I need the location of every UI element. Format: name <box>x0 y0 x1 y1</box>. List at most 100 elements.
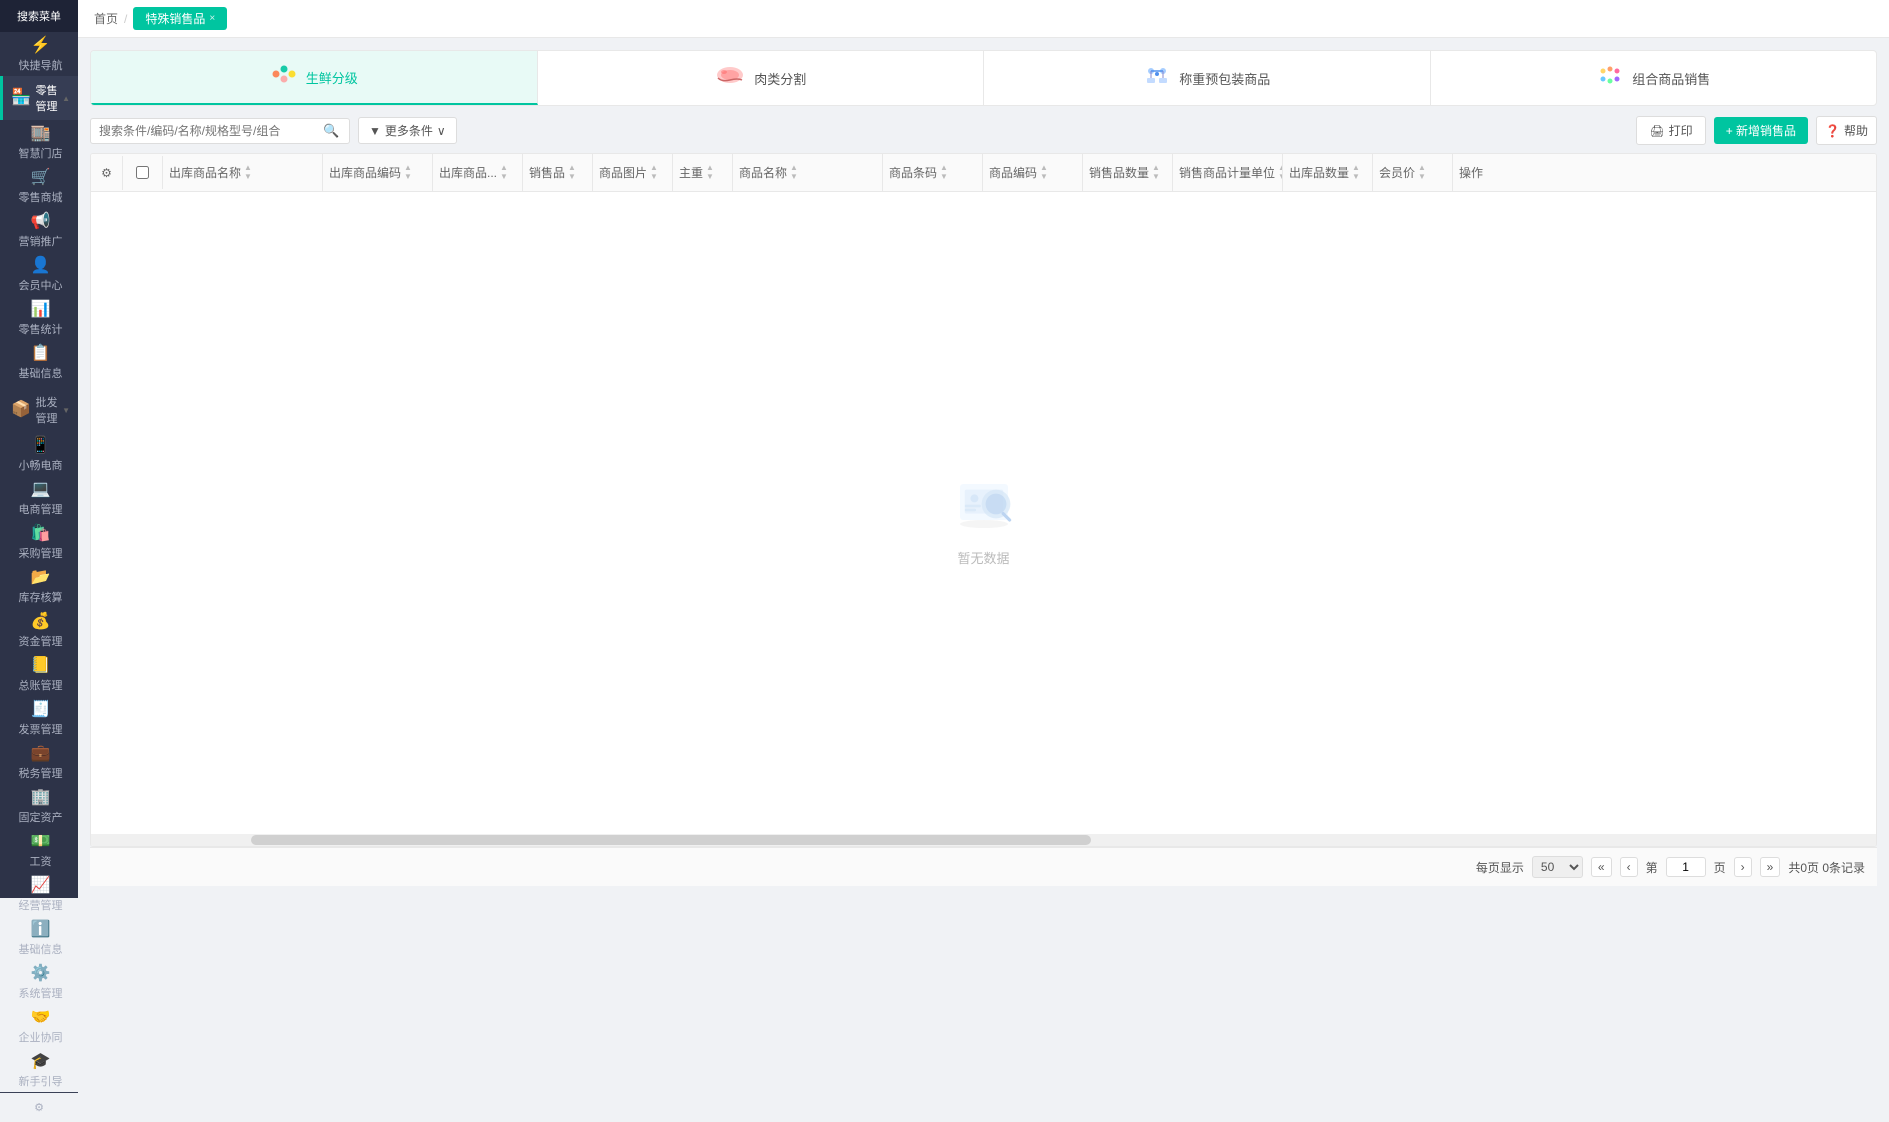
sidebar-bottom: ⚙ <box>0 1092 78 1122</box>
per-page-select[interactable]: 50 10 20 100 <box>1532 856 1583 878</box>
tax-icon: 💼 <box>31 743 51 763</box>
last-page-button[interactable]: » <box>1760 857 1781 877</box>
sidebar-item-promo[interactable]: 📢 营销推广 <box>0 208 78 252</box>
sidebar-item-fixed-asset[interactable]: 🏢 固定资产 <box>0 784 78 828</box>
breadcrumb-home[interactable]: 首页 <box>94 10 118 27</box>
th-out-sku[interactable]: 出库商品... ▲▼ <box>433 154 523 191</box>
retail-icon: 🏪 <box>11 87 31 107</box>
sidebar-item-members[interactable]: 👤 会员中心 <box>0 252 78 296</box>
settings-button[interactable]: ⚙ <box>0 1093 78 1122</box>
help-button[interactable]: ❓ 帮助 <box>1816 116 1877 145</box>
th-out-qty[interactable]: 出库品数量 ▲▼ <box>1283 154 1373 191</box>
scrollbar-thumb[interactable] <box>251 835 1091 845</box>
sort-icon[interactable]: ▲▼ <box>404 164 412 181</box>
tab-meat-cut[interactable]: 肉类分割 <box>538 51 985 105</box>
th-qty[interactable]: 销售品数量 ▲▼ <box>1083 154 1173 191</box>
sidebar-item-mini-ecom[interactable]: 📱 小畅电商 <box>0 432 78 476</box>
next-page-button[interactable]: › <box>1734 857 1752 877</box>
sidebar-item-wholesale[interactable]: 📦 批发管理 ▼ <box>0 388 78 432</box>
sidebar-item-ledger[interactable]: 📒 总账管理 <box>0 652 78 696</box>
th-ecode[interactable]: 商品编码 ▲▼ <box>983 154 1083 191</box>
tab-fresh-grade[interactable]: 生鲜分级 <box>91 51 538 105</box>
enterprise-icon: 🤝 <box>31 1007 51 1027</box>
horizontal-scrollbar[interactable] <box>91 834 1876 846</box>
sidebar-item-invoice[interactable]: 🧾 发票管理 <box>0 696 78 740</box>
tab-close-button[interactable]: × <box>209 13 215 24</box>
page-input[interactable] <box>1666 857 1706 877</box>
sidebar-item-retail-mgmt[interactable]: 🏪 零售管理 ▲ <box>0 76 78 120</box>
th-op: 操作 <box>1453 154 1876 191</box>
sidebar-label: 零售商城 <box>19 189 63 205</box>
th-out-qty-label: 出库品数量 <box>1289 164 1349 181</box>
store-icon: 🏬 <box>31 123 51 143</box>
toolbar: 🔍 ▼ 更多条件 ∨ 🖨 打印 + 新增销售品 ❓ 帮助 <box>90 116 1877 145</box>
sidebar-item-basic-info[interactable]: 📋 基础信息 <box>0 340 78 384</box>
toolbar-right: 🖨 打印 + 新增销售品 ❓ 帮助 <box>1636 116 1877 145</box>
sort-icon[interactable]: ▲▼ <box>940 164 948 181</box>
sidebar-item-salary[interactable]: 💵 工资 <box>0 828 78 872</box>
sidebar-label: 固定资产 <box>19 809 63 825</box>
sidebar-item-sys-mgmt[interactable]: ⚙️ 系统管理 <box>0 960 78 1004</box>
th-unit[interactable]: 销售商品计量单位 ▲▼ <box>1173 154 1283 191</box>
select-all-checkbox[interactable] <box>136 166 149 179</box>
sidebar-item-ops-mgmt[interactable]: 📈 经营管理 <box>0 872 78 916</box>
sidebar-item-retail-stat[interactable]: 📊 零售统计 <box>0 296 78 340</box>
search-icon[interactable]: 🔍 <box>323 123 339 139</box>
sidebar-label: 经营管理 <box>19 897 63 913</box>
sort-icon[interactable]: ▲▼ <box>1040 164 1048 181</box>
active-tab[interactable]: 特殊销售品 × <box>133 7 227 30</box>
th-weight[interactable]: 主重 ▲▼ <box>673 154 733 191</box>
sidebar-item-inventory[interactable]: 📂 库存核算 <box>0 564 78 608</box>
sort-icon[interactable]: ▲▼ <box>790 164 798 181</box>
mini-ecom-icon: 📱 <box>31 435 51 455</box>
filter-button[interactable]: ▼ 更多条件 ∨ <box>358 117 457 144</box>
sidebar-item-quick-nav[interactable]: ⚡ 快捷导航 <box>0 32 78 76</box>
invoice-icon: 🧾 <box>31 699 51 719</box>
sidebar-item-basic-info2[interactable]: ℹ️ 基础信息 <box>0 916 78 960</box>
main-area: 首页 / 特殊销售品 × 生鲜分级 <box>78 0 1889 898</box>
sidebar-item-purchase[interactable]: 🛍️ 采购管理 <box>0 520 78 564</box>
sidebar-item-smart-store[interactable]: 🏬 智慧门店 <box>0 120 78 164</box>
sidebar-item-tax[interactable]: 💼 税务管理 <box>0 740 78 784</box>
sidebar-label: 小畅电商 <box>19 457 63 473</box>
sort-icon[interactable]: ▲▼ <box>706 164 714 181</box>
chevron-icon: ▲ <box>62 94 70 103</box>
sort-icon[interactable]: ▲▼ <box>244 164 252 181</box>
th-settings[interactable]: ⚙ <box>91 156 123 190</box>
tab-combo-sales[interactable]: 组合商品销售 <box>1431 51 1877 105</box>
sidebar-item-retail-mall[interactable]: 🛒 零售商城 <box>0 164 78 208</box>
search-box[interactable]: 🔍 <box>90 118 350 144</box>
add-button[interactable]: + 新增销售品 <box>1714 117 1808 144</box>
meat-cut-icon <box>714 64 746 92</box>
tab-weight-pack[interactable]: 称重预包装商品 <box>984 51 1431 105</box>
th-checkbox[interactable] <box>123 156 163 189</box>
sort-icon[interactable]: ▲▼ <box>1418 164 1426 181</box>
sort-icon[interactable]: ▲▼ <box>1352 164 1360 181</box>
scale-icon <box>1143 64 1171 92</box>
sort-icon[interactable]: ▲▼ <box>1152 164 1160 181</box>
th-img[interactable]: 商品图片 ▲▼ <box>593 154 673 191</box>
th-out-code[interactable]: 出库商品编码 ▲▼ <box>323 154 433 191</box>
empty-illustration <box>944 460 1024 540</box>
sidebar-item-finance[interactable]: 💰 资金管理 <box>0 608 78 652</box>
sort-icon[interactable]: ▲▼ <box>650 164 658 181</box>
th-price[interactable]: 会员价 ▲▼ <box>1373 154 1453 191</box>
help-label: 帮助 <box>1844 122 1868 139</box>
th-sales[interactable]: 销售品 ▲▼ <box>523 154 593 191</box>
sidebar-item-enterprise[interactable]: 🤝 企业协同 <box>0 1004 78 1048</box>
sidebar-logo[interactable]: 搜索菜单 <box>0 0 78 32</box>
sort-icon[interactable]: ▲▼ <box>500 164 508 181</box>
sort-icon[interactable]: ▲▼ <box>568 164 576 181</box>
search-input[interactable] <box>99 124 319 138</box>
first-page-button[interactable]: « <box>1591 857 1612 877</box>
print-button[interactable]: 🖨 打印 <box>1636 116 1705 145</box>
sidebar-item-newbie[interactable]: 🎓 新手引导 <box>0 1048 78 1092</box>
th-barcode[interactable]: 商品条码 ▲▼ <box>883 154 983 191</box>
sidebar-item-ecom-mgmt[interactable]: 💻 电商管理 <box>0 476 78 520</box>
sidebar-label: 基础信息 <box>19 365 63 381</box>
prev-page-button[interactable]: ‹ <box>1620 857 1638 877</box>
th-out-name[interactable]: 出库商品名称 ▲▼ <box>163 154 323 191</box>
tab-combo-label: 组合商品销售 <box>1632 69 1710 88</box>
finance-icon: 💰 <box>31 611 51 631</box>
th-name2[interactable]: 商品名称 ▲▼ <box>733 154 883 191</box>
